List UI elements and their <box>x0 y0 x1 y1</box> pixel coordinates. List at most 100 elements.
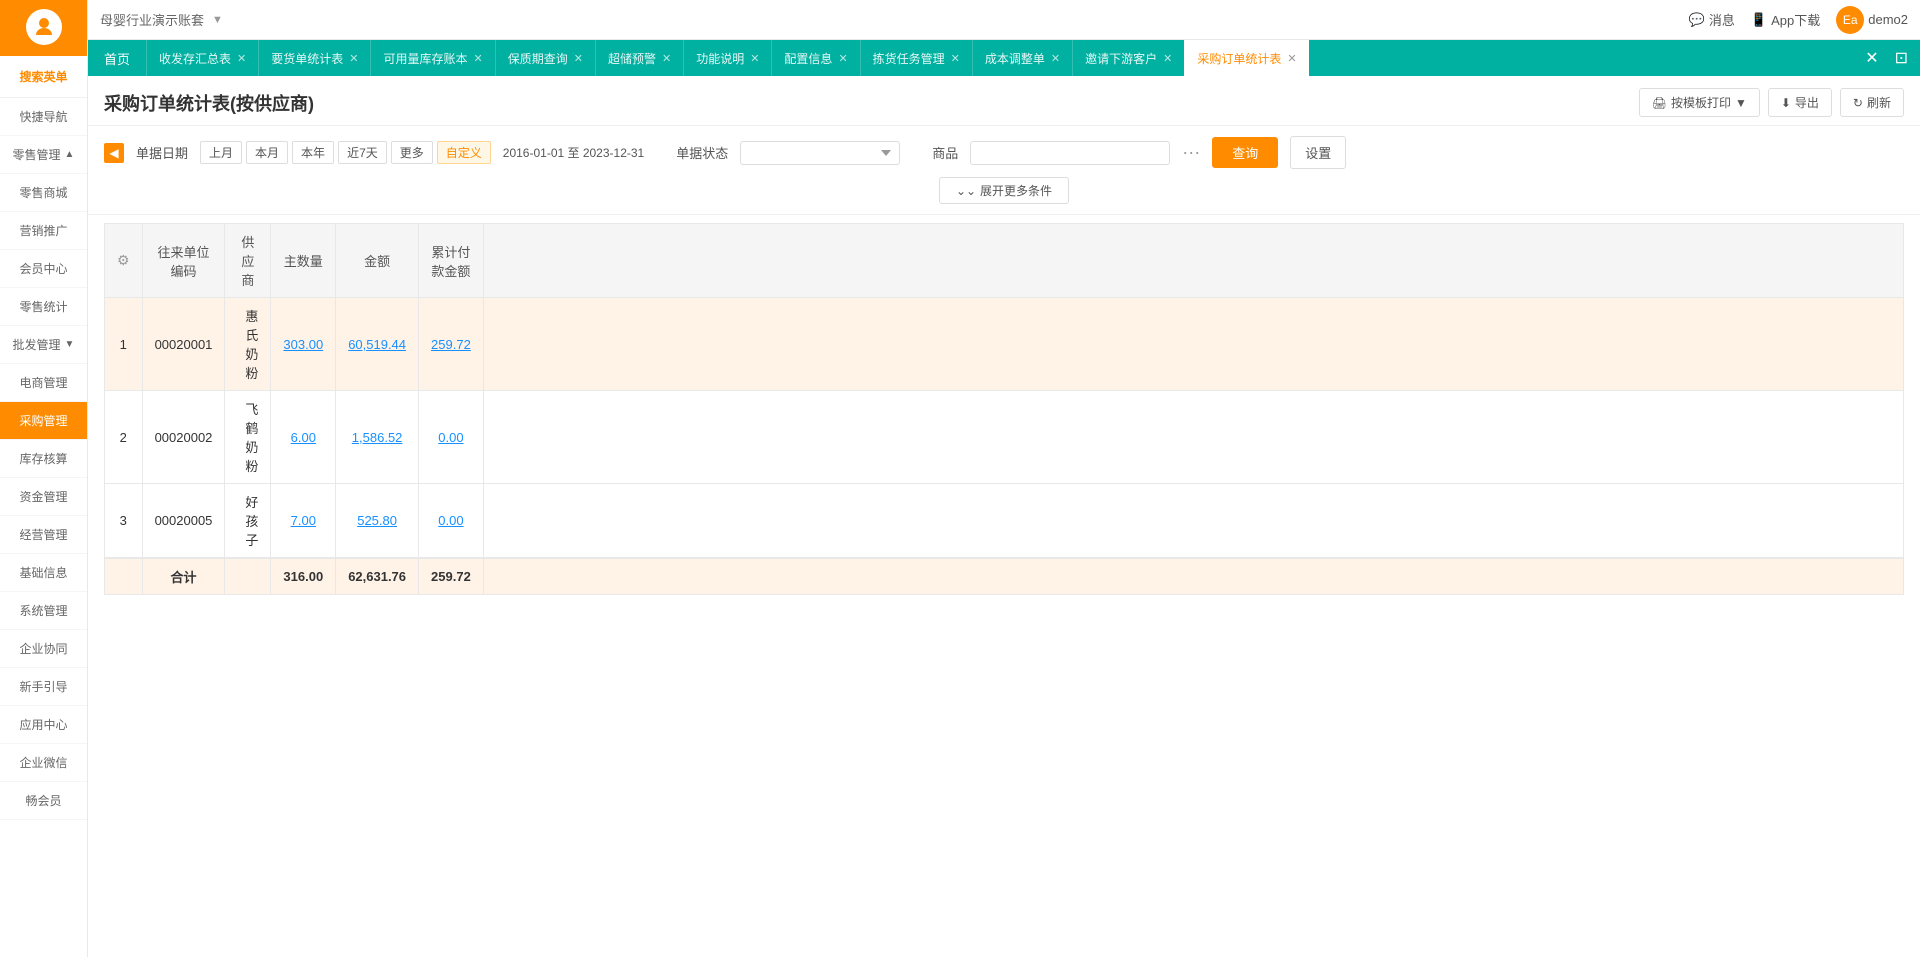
tab-close-inventory-ledger[interactable]: ✕ <box>474 52 483 65</box>
footer-empty-2 <box>225 558 271 595</box>
row-code: 00020005 <box>142 484 225 559</box>
print-button[interactable]: 🖨 按模板打印 ▼ <box>1639 88 1760 117</box>
data-table: ⚙ 往来单位编码 供应商 主数量 金额 累计付款金额 1 00020001 惠氏… <box>104 223 1904 595</box>
row-qty[interactable]: 303.00 <box>271 298 336 391</box>
col-extra-header <box>483 224 1903 298</box>
tab-home[interactable]: 首页 <box>88 40 146 76</box>
sidebar-item-marketing[interactable]: 营销推广 <box>0 212 87 250</box>
row-extra <box>483 298 1903 391</box>
company-selector[interactable]: 母婴行业演示账套 ▼ <box>100 10 223 29</box>
message-action[interactable]: 💬 消息 <box>1689 10 1735 29</box>
tab-maximize-btn[interactable]: ⊡ <box>1891 46 1912 70</box>
query-button[interactable]: 查询 <box>1212 137 1278 168</box>
sidebar-item-guide[interactable]: 新手引导 <box>0 668 87 706</box>
sidebar-item-shortcut[interactable]: 快捷导航 <box>0 98 87 136</box>
tab-close-overstock-warning[interactable]: ✕ <box>662 52 671 65</box>
page-content: 采购订单统计表(按供应商) 🖨 按模板打印 ▼ ⬇ 导出 ↻ 刷新 <box>88 76 1920 957</box>
date-btn-last-month[interactable]: 上月 <box>200 141 242 164</box>
table-row: 1 00020001 惠氏奶粉 303.00 60,519.44 259.72 <box>105 298 1904 391</box>
tab-close-receipt-summary[interactable]: ✕ <box>237 52 246 65</box>
sidebar-item-vip[interactable]: 畅会员 <box>0 782 87 820</box>
tab-purchase-stats[interactable]: 采购订单统计表 ✕ <box>1184 40 1308 76</box>
goods-input[interactable] <box>970 141 1170 165</box>
sidebar-item-wholesale[interactable]: 批发管理 ▼ <box>0 326 87 364</box>
tab-close-function-desc[interactable]: ✕ <box>750 52 759 65</box>
row-paid[interactable]: 259.72 <box>419 298 484 391</box>
status-filter-label: 单据状态 <box>676 143 728 162</box>
expand-more-button[interactable]: ⌄⌄ 展开更多条件 <box>939 177 1069 204</box>
tab-close-invite-downstream[interactable]: ✕ <box>1163 52 1172 65</box>
row-number: 3 <box>105 484 143 559</box>
row-amount[interactable]: 525.80 <box>336 484 419 559</box>
date-btn-more[interactable]: 更多 <box>391 141 433 164</box>
tab-close-purchase-stats[interactable]: ✕ <box>1287 52 1296 65</box>
sidebar-item-system[interactable]: 系统管理 <box>0 592 87 630</box>
sidebar-item-operation[interactable]: 经营管理 <box>0 516 87 554</box>
tab-cost-adjust[interactable]: 成本调整单 ✕ <box>972 40 1072 76</box>
row-number: 2 <box>105 391 143 484</box>
sidebar-item-search[interactable]: 搜索英单 <box>6 64 81 89</box>
more-filters-dots[interactable]: ··· <box>1182 142 1200 163</box>
row-code: 00020002 <box>142 391 225 484</box>
sidebar-item-inventory[interactable]: 库存核算 <box>0 440 87 478</box>
tab-close-warranty-query[interactable]: ✕ <box>574 52 583 65</box>
row-paid[interactable]: 0.00 <box>419 391 484 484</box>
sidebar-item-ecommerce[interactable]: 电商管理 <box>0 364 87 402</box>
sidebar-item-retail-stats[interactable]: 零售统计 <box>0 288 87 326</box>
page-title: 采购订单统计表(按供应商) <box>104 90 314 116</box>
tab-pick-task[interactable]: 拣货任务管理 ✕ <box>860 40 972 76</box>
custom-date-badge: 自定义 <box>437 141 491 164</box>
tab-overstock-warning[interactable]: 超储预警 ✕ <box>595 40 683 76</box>
row-amount[interactable]: 1,586.52 <box>336 391 419 484</box>
footer-label: 合计 <box>142 558 225 595</box>
tab-close-all-btn[interactable]: ✕ <box>1861 46 1882 70</box>
tab-invite-downstream[interactable]: 邀请下游客户 ✕ <box>1072 40 1184 76</box>
company-dropdown-icon[interactable]: ▼ <box>212 14 223 26</box>
settings-button[interactable]: 设置 <box>1290 136 1346 169</box>
sidebar-item-purchase[interactable]: 采购管理 <box>0 402 87 440</box>
status-select[interactable] <box>740 141 900 165</box>
row-qty[interactable]: 7.00 <box>271 484 336 559</box>
tab-warranty-query[interactable]: 保质期查询 ✕ <box>495 40 595 76</box>
table-header-row: ⚙ 往来单位编码 供应商 主数量 金额 累计付款金额 <box>105 224 1904 298</box>
sidebar-item-basic[interactable]: 基础信息 <box>0 554 87 592</box>
col-settings-header: ⚙ <box>105 224 143 298</box>
tab-close-pick-task[interactable]: ✕ <box>951 52 960 65</box>
sidebar-item-retail[interactable]: 零售管理 ▲ <box>0 136 87 174</box>
tab-receipt-summary[interactable]: 收发存汇总表 ✕ <box>146 40 258 76</box>
sidebar-item-appstore[interactable]: 应用中心 <box>0 706 87 744</box>
sidebar-item-retail-shop[interactable]: 零售商城 <box>0 174 87 212</box>
tab-inventory-ledger[interactable]: 可用量库存账本 ✕ <box>370 40 494 76</box>
tab-close-config-info[interactable]: ✕ <box>838 52 847 65</box>
app-download-action[interactable]: 📱 App下载 <box>1751 10 1820 29</box>
user-action[interactable]: Ea demo2 <box>1836 6 1908 34</box>
column-settings-icon[interactable]: ⚙ <box>117 252 130 268</box>
date-btn-7days[interactable]: 近7天 <box>338 141 387 164</box>
tab-function-desc[interactable]: 功能说明 ✕ <box>683 40 771 76</box>
date-btn-this-year[interactable]: 本年 <box>292 141 334 164</box>
row-extra <box>483 391 1903 484</box>
filter-collapse-button[interactable]: ◀ <box>104 143 124 163</box>
tab-order-stats[interactable]: 要货单统计表 ✕ <box>258 40 370 76</box>
tab-close-cost-adjust[interactable]: ✕ <box>1051 52 1060 65</box>
table-row: 3 00020005 好孩子 7.00 525.80 0.00 <box>105 484 1904 559</box>
col-qty-header: 主数量 <box>271 224 336 298</box>
expand-icon: ⌄⌄ <box>956 184 976 198</box>
sidebar-item-enterprise[interactable]: 企业协同 <box>0 630 87 668</box>
refresh-button[interactable]: ↻ 刷新 <box>1840 88 1904 117</box>
date-btn-this-month[interactable]: 本月 <box>246 141 288 164</box>
refresh-icon: ↻ <box>1853 96 1863 110</box>
tab-close-order-stats[interactable]: ✕ <box>349 52 358 65</box>
page-header-actions: 🖨 按模板打印 ▼ ⬇ 导出 ↻ 刷新 <box>1639 88 1904 117</box>
sidebar-item-finance[interactable]: 资金管理 <box>0 478 87 516</box>
row-qty[interactable]: 6.00 <box>271 391 336 484</box>
row-paid[interactable]: 0.00 <box>419 484 484 559</box>
row-supplier: 飞鹤奶粉 <box>225 391 271 484</box>
col-amount-header: 金额 <box>336 224 419 298</box>
export-button[interactable]: ⬇ 导出 <box>1768 88 1832 117</box>
sidebar-item-member[interactable]: 会员中心 <box>0 250 87 288</box>
sidebar-item-wechat[interactable]: 企业微信 <box>0 744 87 782</box>
row-amount[interactable]: 60,519.44 <box>336 298 419 391</box>
tab-config-info[interactable]: 配置信息 ✕ <box>771 40 859 76</box>
footer-amount: 62,631.76 <box>336 558 419 595</box>
